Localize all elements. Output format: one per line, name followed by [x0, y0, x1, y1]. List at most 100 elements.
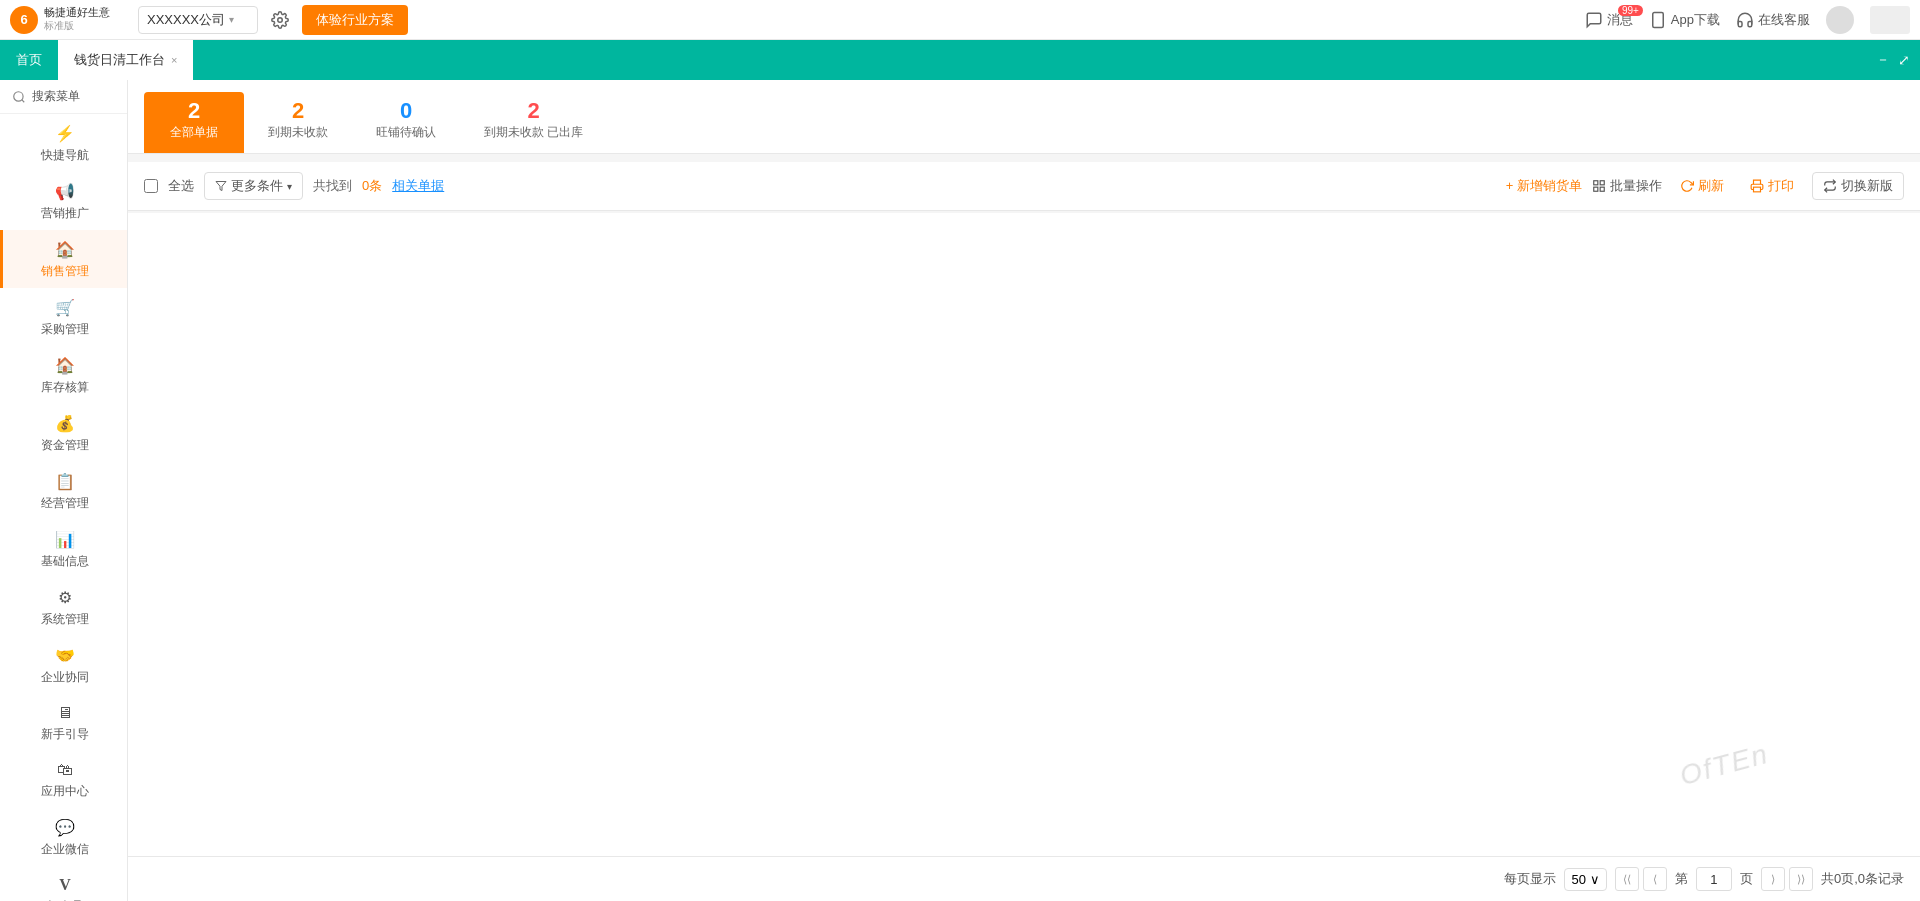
app-logo: 6 [10, 6, 38, 34]
online-service-label: 在线客服 [1758, 11, 1810, 29]
stat-overdue-shipped-label: 到期未收款 已出库 [484, 124, 583, 141]
stat-all-num: 2 [188, 98, 200, 124]
page-suffix: 页 [1736, 870, 1757, 888]
app-download-label: App下载 [1671, 11, 1720, 29]
sidebar-item-operations[interactable]: 📋 经营管理 [0, 462, 127, 520]
stat-tab-overdue-shipped[interactable]: 2 到期未收款 已出库 [460, 92, 607, 153]
tab-maximize-icon[interactable]: ⤢ [1898, 52, 1910, 68]
stat-pending-num: 0 [400, 98, 412, 124]
sidebar-item-marketing[interactable]: 📢 营销推广 [0, 172, 127, 230]
sidebar-item-label-app-center: 应用中心 [41, 783, 89, 800]
svg-rect-8 [1600, 187, 1604, 191]
member-icon: V [59, 876, 71, 894]
toolbar: 全选 更多条件 ▾ 共找到 0条 相关单据 + 新增销货单 批 [128, 162, 1920, 211]
sidebar-item-label-finance: 资金管理 [41, 437, 89, 454]
sidebar-item-label-system: 系统管理 [41, 611, 89, 628]
svg-rect-7 [1600, 181, 1604, 185]
tab-home[interactable]: 首页 [0, 40, 58, 80]
page-size-chevron-icon: ∨ [1590, 872, 1600, 887]
tab-minimize-icon[interactable]: － [1876, 51, 1890, 69]
stat-tab-all[interactable]: 2 全部单据 [144, 92, 244, 153]
sidebar-item-label-purchase: 采购管理 [41, 321, 89, 338]
app-center-icon: 🛍 [57, 761, 73, 779]
print-btn[interactable]: 打印 [1742, 173, 1802, 199]
wechat-icon: 💬 [55, 818, 75, 837]
stat-tab-pending[interactable]: 0 旺铺待确认 [352, 92, 460, 153]
refresh-btn[interactable]: 刷新 [1672, 173, 1732, 199]
online-service-btn[interactable]: 在线客服 [1736, 11, 1810, 29]
sidebar-item-base-info[interactable]: 📊 基础信息 [0, 520, 127, 578]
stat-overdue-shipped-num: 2 [528, 98, 540, 124]
sidebar-item-label-operations: 经营管理 [41, 495, 89, 512]
page-label: 第 [1671, 870, 1692, 888]
app-download-btn[interactable]: App下载 [1649, 11, 1720, 29]
filter-label: 更多条件 [231, 177, 283, 195]
sidebar-item-purchase[interactable]: 🛒 采购管理 [0, 288, 127, 346]
sidebar-item-finance[interactable]: 💰 资金管理 [0, 404, 127, 462]
tab-bar: 首页 钱货日清工作台 × － ⤢ [0, 40, 1920, 80]
sidebar-item-label-wechat: 企业微信 [41, 841, 89, 858]
sidebar-item-wechat[interactable]: 💬 企业微信 [0, 808, 127, 866]
stat-overdue-num: 2 [292, 98, 304, 124]
total-info: 共0页,0条记录 [1821, 870, 1904, 888]
brand-sub: 标准版 [44, 19, 110, 33]
stat-tab-overdue[interactable]: 2 到期未收款 [244, 92, 352, 153]
add-sales-order-label: + 新增销货单 [1506, 177, 1582, 195]
page-input[interactable] [1696, 867, 1732, 891]
filter-btn[interactable]: 更多条件 ▾ [204, 172, 303, 200]
sidebar-item-guide[interactable]: 🖥 新手引导 [0, 694, 127, 751]
found-suffix[interactable]: 相关单据 [392, 177, 444, 195]
stat-tabs: 2 全部单据 2 到期未收款 0 旺铺待确认 2 到期未收款 已出库 [128, 80, 1920, 154]
tab-bar-actions: － ⤢ [1876, 40, 1920, 80]
company-selector[interactable]: XXXXXX公司 ▾ [138, 6, 258, 34]
marketing-icon: 📢 [55, 182, 75, 201]
guide-icon: 🖥 [57, 704, 73, 722]
batch-btn[interactable]: 批量操作 [1592, 177, 1662, 195]
sidebar-item-member[interactable]: V 畅会员 [0, 866, 127, 901]
switch-icon [1823, 179, 1837, 193]
batch-label: 批量操作 [1610, 177, 1662, 195]
sidebar-search[interactable]: 搜索菜单 [0, 80, 127, 114]
settings-icon[interactable] [266, 6, 294, 34]
avatar[interactable] [1826, 6, 1854, 34]
message-btn[interactable]: 消息 99+ [1585, 11, 1633, 29]
chevron-down-icon: ▾ [229, 14, 234, 25]
quick-nav-icon: ⚡ [55, 124, 75, 143]
found-prefix: 共找到 [313, 177, 352, 195]
operations-icon: 📋 [55, 472, 75, 491]
tab-cash-goods[interactable]: 钱货日清工作台 × [58, 40, 193, 80]
page-last-btn[interactable]: ⟩⟩ [1789, 867, 1813, 891]
svg-rect-9 [1594, 187, 1598, 191]
sidebar-item-sales[interactable]: 🏠 销售管理 [0, 230, 127, 288]
user-menu[interactable] [1870, 6, 1910, 34]
filter-chevron-icon: ▾ [287, 181, 292, 192]
brand-name: 畅捷通好生意 [44, 6, 110, 19]
sidebar-item-label-marketing: 营销推广 [41, 205, 89, 222]
sidebar-item-quick-nav[interactable]: ⚡ 快捷导航 [0, 114, 127, 172]
header-right: 消息 99+ App下载 在线客服 [1585, 6, 1910, 34]
refresh-icon [1680, 179, 1694, 193]
switch-new-version-btn[interactable]: 切换新版 [1812, 172, 1904, 200]
add-sales-order-btn[interactable]: + 新增销货单 [1506, 177, 1582, 195]
select-all-checkbox[interactable] [144, 179, 158, 193]
page-next-btn[interactable]: ⟩ [1761, 867, 1785, 891]
filter-icon [215, 180, 227, 192]
experience-btn[interactable]: 体验行业方案 [302, 5, 408, 35]
tab-close-icon[interactable]: × [171, 54, 177, 66]
sidebar: 搜索菜单 ⚡ 快捷导航 📢 营销推广 🏠 销售管理 🛒 采购管理 🏠 库存核算 … [0, 80, 128, 901]
sidebar-item-inventory[interactable]: 🏠 库存核算 [0, 346, 127, 404]
page-prev-btn[interactable]: ⟨ [1643, 867, 1667, 891]
message-badge: 99+ [1618, 5, 1643, 16]
sidebar-item-app-center[interactable]: 🛍 应用中心 [0, 751, 127, 808]
print-label: 打印 [1768, 177, 1794, 195]
sidebar-item-system[interactable]: ⚙ 系统管理 [0, 578, 127, 636]
table-area [128, 213, 1920, 856]
sidebar-item-enterprise[interactable]: 🤝 企业协同 [0, 636, 127, 694]
sidebar-item-label-base-info: 基础信息 [41, 553, 89, 570]
sidebar-item-label-enterprise: 企业协同 [41, 669, 89, 686]
page-first-btn[interactable]: ⟨⟨ [1615, 867, 1639, 891]
page-size-select[interactable]: 50 ∨ [1564, 868, 1606, 891]
svg-line-4 [22, 99, 25, 102]
inventory-icon: 🏠 [55, 356, 75, 375]
page-nav: ⟨⟨ ⟨ 第 页 ⟩ ⟩⟩ [1615, 867, 1813, 891]
